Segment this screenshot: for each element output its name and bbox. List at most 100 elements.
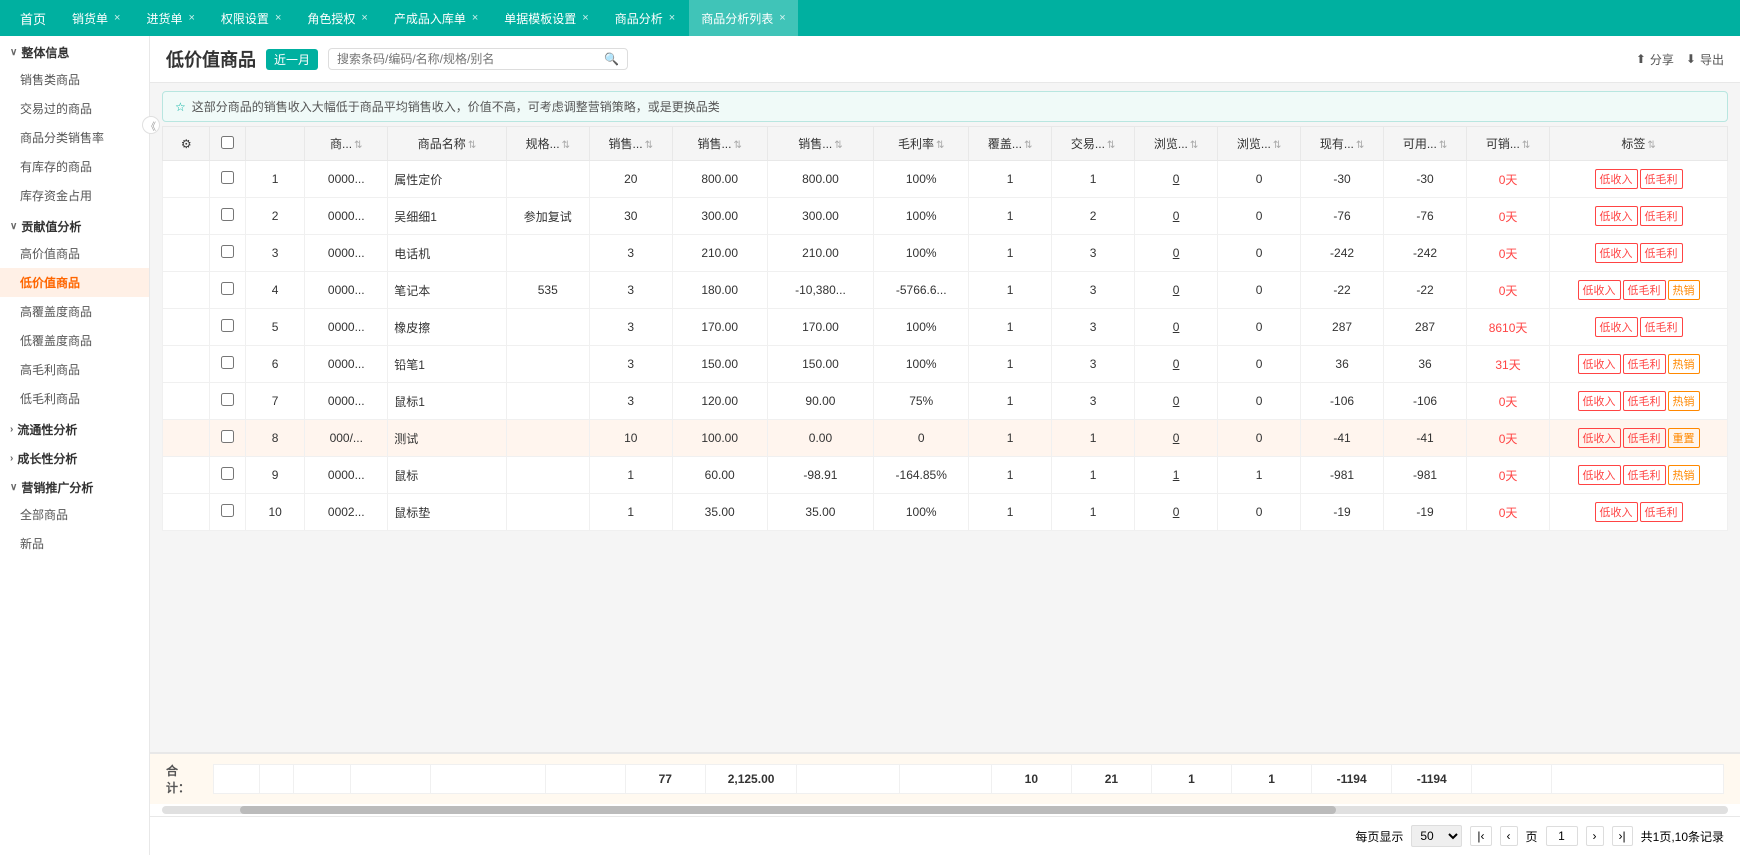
col-checkbox-all[interactable] xyxy=(210,127,246,161)
sidebar-item-traded-goods[interactable]: 交易过的商品 xyxy=(0,94,149,123)
sidebar-item-sales-goods[interactable]: 销售类商品 xyxy=(0,65,149,94)
first-page-btn[interactable]: |‹ xyxy=(1470,826,1491,846)
col-sales-amount-header[interactable]: 销售...⇅ xyxy=(672,127,767,161)
sidebar-group-marketing[interactable]: ∨ 营销推广分析 xyxy=(0,471,149,500)
col-checkbox-cell[interactable] xyxy=(210,309,246,346)
nav-close-template[interactable]: × xyxy=(582,12,588,24)
nav-purchase[interactable]: 进货单 × xyxy=(134,0,206,36)
sidebar-collapse-btn[interactable]: 《 xyxy=(142,116,160,134)
col-browse1-header[interactable]: 浏览...⇅ xyxy=(1135,127,1218,161)
col-current-stock-header[interactable]: 现有...⇅ xyxy=(1301,127,1384,161)
nav-sales-order[interactable]: 销货单 × xyxy=(60,0,132,36)
nav-product-analysis-list[interactable]: 商品分析列表 × xyxy=(689,0,797,36)
col-checkbox-cell[interactable] xyxy=(210,494,246,531)
browse1-link[interactable]: 0 xyxy=(1173,505,1180,519)
select-all-checkbox[interactable] xyxy=(221,136,234,149)
col-checkbox-cell[interactable] xyxy=(210,198,246,235)
row-checkbox[interactable] xyxy=(221,504,234,517)
page-size-select[interactable]: 50 100 200 xyxy=(1411,825,1462,847)
browse1-link[interactable]: 0 xyxy=(1173,320,1180,334)
sidebar-group-growth[interactable]: › 成长性分析 xyxy=(0,442,149,471)
nav-roles[interactable]: 角色授权 × xyxy=(295,0,379,36)
prev-page-btn[interactable]: ‹ xyxy=(1500,826,1518,846)
col-tags-cell: 低收入低毛利 xyxy=(1550,309,1728,346)
browse1-link[interactable]: 0 xyxy=(1173,246,1180,260)
sidebar-item-high-margin[interactable]: 高毛利商品 xyxy=(0,355,149,384)
col-transaction-header[interactable]: 交易...⇅ xyxy=(1052,127,1135,161)
row-checkbox[interactable] xyxy=(221,319,234,332)
nav-home[interactable]: 首页 xyxy=(8,0,58,36)
browse1-link[interactable]: 0 xyxy=(1173,172,1180,186)
share-btn[interactable]: ⬆ 分享 xyxy=(1636,51,1674,68)
col-available-stock-header[interactable]: 可用...⇅ xyxy=(1384,127,1467,161)
col-checkbox-cell[interactable] xyxy=(210,457,246,494)
col-gross-margin-header[interactable]: 毛利率⇅ xyxy=(874,127,969,161)
sidebar-group-circulation[interactable]: › 流通性分析 xyxy=(0,413,149,442)
col-browse2-cell: 0 xyxy=(1218,494,1301,531)
col-spec-header[interactable]: 规格...⇅ xyxy=(506,127,589,161)
col-name-cell: 铅笔1 xyxy=(388,346,507,383)
col-checkbox-cell[interactable] xyxy=(210,420,246,457)
export-btn[interactable]: ⬇ 导出 xyxy=(1686,51,1724,68)
browse1-link[interactable]: 0 xyxy=(1173,209,1180,223)
row-checkbox[interactable] xyxy=(221,171,234,184)
table-container[interactable]: ⚙ 商...⇅ 商品名称⇅ 规格...⇅ 销售...⇅ 销售...⇅ 销售...… xyxy=(162,126,1728,752)
period-tag-btn[interactable]: 近一月 xyxy=(266,49,318,70)
browse1-link[interactable]: 0 xyxy=(1173,431,1180,445)
sidebar-item-new-goods[interactable]: 新品 xyxy=(0,529,149,558)
nav-close-permissions[interactable]: × xyxy=(275,12,281,24)
col-checkbox-cell[interactable] xyxy=(210,346,246,383)
col-browse2-cell: 1 xyxy=(1218,457,1301,494)
col-sales-qty-header[interactable]: 销售...⇅ xyxy=(589,127,672,161)
nav-product-stock[interactable]: 产成品入库单 × xyxy=(382,0,490,36)
browse1-link[interactable]: 1 xyxy=(1173,468,1180,482)
next-page-btn[interactable]: › xyxy=(1586,826,1604,846)
search-icon[interactable]: 🔍 xyxy=(604,52,619,66)
search-input[interactable] xyxy=(337,52,604,66)
row-checkbox[interactable] xyxy=(221,467,234,480)
col-coverage-header[interactable]: 覆盖...⇅ xyxy=(969,127,1052,161)
nav-close-analysis-list[interactable]: × xyxy=(779,12,785,24)
row-checkbox[interactable] xyxy=(221,245,234,258)
col-checkbox-cell[interactable] xyxy=(210,383,246,420)
sidebar-item-high-coverage[interactable]: 高覆盖度商品 xyxy=(0,297,149,326)
row-checkbox[interactable] xyxy=(221,356,234,369)
col-saleable-days-header[interactable]: 可销...⇅ xyxy=(1467,127,1550,161)
sidebar-item-category-rate[interactable]: 商品分类销售率 xyxy=(0,123,149,152)
col-settings[interactable]: ⚙ xyxy=(163,127,210,161)
nav-permissions[interactable]: 权限设置 × xyxy=(209,0,293,36)
sidebar-item-inventory-capital[interactable]: 库存资金占用 xyxy=(0,181,149,210)
sidebar-item-low-coverage[interactable]: 低覆盖度商品 xyxy=(0,326,149,355)
browse1-link[interactable]: 0 xyxy=(1173,357,1180,371)
col-code-header[interactable]: 商...⇅ xyxy=(305,127,388,161)
sidebar-item-low-margin[interactable]: 低毛利商品 xyxy=(0,384,149,413)
nav-template[interactable]: 单据模板设置 × xyxy=(492,0,600,36)
nav-close-roles[interactable]: × xyxy=(361,12,367,24)
sidebar-item-all-goods[interactable]: 全部商品 xyxy=(0,500,149,529)
row-checkbox[interactable] xyxy=(221,393,234,406)
nav-close-purchase[interactable]: × xyxy=(188,12,194,24)
page-number-input[interactable] xyxy=(1546,826,1578,846)
row-checkbox[interactable] xyxy=(221,282,234,295)
sidebar-item-low-value[interactable]: 低价值商品 xyxy=(0,268,149,297)
sidebar-item-in-stock-goods[interactable]: 有库存的商品 xyxy=(0,152,149,181)
row-checkbox[interactable] xyxy=(221,430,234,443)
browse1-link[interactable]: 0 xyxy=(1173,394,1180,408)
row-checkbox[interactable] xyxy=(221,208,234,221)
col-sales-cost-header[interactable]: 销售...⇅ xyxy=(767,127,874,161)
col-checkbox-cell[interactable] xyxy=(210,235,246,272)
col-browse2-header[interactable]: 浏览...⇅ xyxy=(1218,127,1301,161)
nav-close-analysis[interactable]: × xyxy=(669,12,675,24)
sidebar-item-high-value[interactable]: 高价值商品 xyxy=(0,239,149,268)
last-page-btn[interactable]: ›| xyxy=(1612,826,1633,846)
nav-close-sales[interactable]: × xyxy=(114,12,120,24)
sidebar-group-contribution[interactable]: ∨ 贡献值分析 xyxy=(0,210,149,239)
browse1-link[interactable]: 0 xyxy=(1173,283,1180,297)
col-name-header[interactable]: 商品名称⇅ xyxy=(388,127,507,161)
col-checkbox-cell[interactable] xyxy=(210,161,246,198)
sidebar-group-overall[interactable]: ∨ 整体信息 xyxy=(0,36,149,65)
col-checkbox-cell[interactable] xyxy=(210,272,246,309)
nav-close-product-stock[interactable]: × xyxy=(472,12,478,24)
nav-product-analysis[interactable]: 商品分析 × xyxy=(603,0,687,36)
col-tags-header[interactable]: 标签⇅ xyxy=(1550,127,1728,161)
